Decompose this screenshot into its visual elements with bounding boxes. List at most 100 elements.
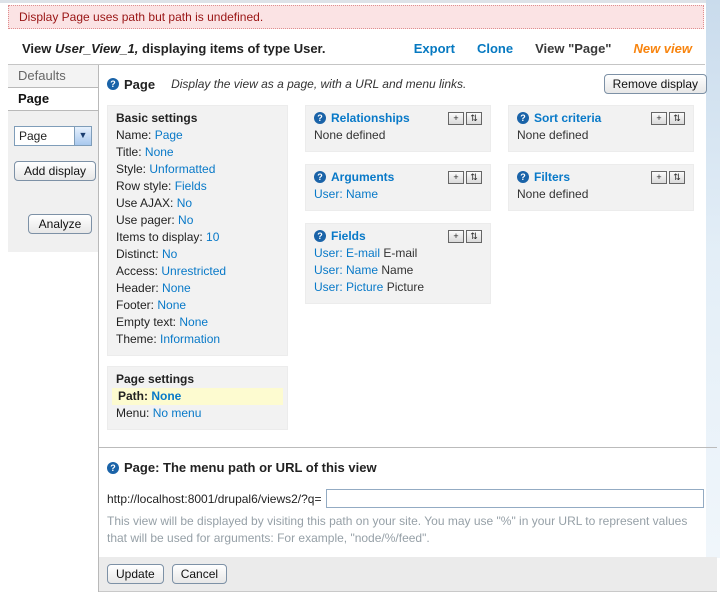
category-fields-title[interactable]: Fields [331, 229, 366, 243]
views-edit-region: Defaults Page Page ▼ Add display Analyze… [8, 64, 717, 592]
setting-path-value[interactable]: None [151, 389, 181, 403]
setting-row-style: Row style: Fields [116, 178, 279, 195]
setting-title-label: Title: [116, 145, 145, 159]
setting-header-value[interactable]: None [162, 281, 191, 295]
category-item-link[interactable]: User: Name [314, 263, 378, 277]
category-sort-criteria-title[interactable]: Sort criteria [534, 111, 601, 125]
setting-title: Title: None [116, 144, 279, 161]
category-item-text: None defined [517, 128, 589, 142]
setting-use-ajax-value[interactable]: No [177, 196, 192, 210]
rearrange-icon-button[interactable]: ⇅ [669, 111, 685, 125]
add-icon-button[interactable]: + [651, 170, 667, 184]
setting-items-to-display: Items to display: 10 [116, 229, 279, 246]
setting-header: Header: None [116, 280, 279, 297]
add-icon-button[interactable]: + [448, 170, 464, 184]
category-item: User: Name [314, 186, 482, 203]
setting-path: Path: None [112, 388, 283, 405]
rearrange-icon-button[interactable]: ⇅ [669, 170, 685, 184]
setting-footer-label: Footer: [116, 298, 158, 312]
rearrange-icon-button[interactable]: ⇅ [466, 229, 482, 243]
setting-title-value[interactable]: None [145, 145, 174, 159]
settings-column-right: ? Sort criteria + ⇅ None defined? Filters + ⇅ No… [508, 105, 694, 223]
basic-settings-title: Basic settings [116, 111, 198, 125]
category-fields-header: ? Fields + ⇅ [314, 229, 482, 243]
setting-theme: Theme: Information [116, 331, 279, 348]
remove-display-button[interactable]: Remove display [603, 74, 707, 94]
display-sidebar: Defaults Page Page ▼ Add display Analyze [8, 65, 98, 592]
cancel-button[interactable]: Cancel [171, 564, 228, 584]
rearrange-icon-button[interactable]: ⇅ [466, 111, 482, 125]
setting-menu-value[interactable]: No menu [153, 406, 202, 420]
setting-distinct-value[interactable]: No [162, 247, 177, 261]
category-arguments-title[interactable]: Arguments [331, 170, 394, 184]
help-icon[interactable]: ? [517, 112, 529, 124]
rearrange-icon-button[interactable]: ⇅ [466, 170, 482, 184]
setting-footer: Footer: None [116, 297, 279, 314]
category-fields: ? Fields + ⇅ User: E-mail E-mail User: Name N… [305, 223, 491, 304]
help-icon[interactable]: ? [107, 461, 119, 474]
page-settings-title: Page settings [116, 372, 195, 386]
category-item-link[interactable]: User: Name [314, 187, 378, 201]
help-icon[interactable]: ? [314, 230, 326, 242]
update-button[interactable]: Update [107, 564, 164, 584]
tab-page[interactable]: Page [8, 88, 98, 111]
add-icon-button[interactable]: + [448, 229, 464, 243]
display-top-bar: ? Page Display the view as a page, with … [99, 74, 717, 94]
display-type-select-value: Page [19, 129, 48, 143]
analyze-button[interactable]: Analyze [28, 214, 92, 234]
tab-defaults[interactable]: Defaults [8, 65, 98, 88]
help-icon[interactable]: ? [107, 78, 119, 90]
setting-items-to-display-value[interactable]: 10 [206, 230, 219, 244]
setting-use-pager: Use pager: No [116, 212, 279, 229]
settings-column-middle: ? Relationships + ⇅ None defined? Arguments + ⇅… [305, 105, 491, 316]
new-view-link[interactable]: New view [633, 41, 692, 56]
category-relationships-header: ? Relationships + ⇅ [314, 111, 482, 125]
display-title: Page [124, 76, 156, 92]
setting-access-value[interactable]: Unrestricted [161, 264, 226, 278]
category-item-link[interactable]: User: Picture [314, 280, 383, 294]
setting-theme-value[interactable]: Information [160, 332, 220, 346]
help-icon[interactable]: ? [314, 112, 326, 124]
setting-access: Access: Unrestricted [116, 263, 279, 280]
setting-empty-text-value[interactable]: None [179, 315, 208, 329]
sidebar-panel: Page ▼ Add display Analyze [8, 111, 98, 252]
help-icon[interactable]: ? [314, 171, 326, 183]
setting-style: Style: Unformatted [116, 161, 279, 178]
settings-column-basic: Basic settings Name: Page Title: None Styl… [107, 105, 288, 430]
category-filters-title[interactable]: Filters [534, 170, 570, 184]
category-arguments-buttons: + ⇅ [448, 170, 482, 184]
export-link[interactable]: Export [414, 41, 455, 56]
category-item-link[interactable]: User: E-mail [314, 246, 380, 260]
setting-row-style-value[interactable]: Fields [175, 179, 207, 193]
help-icon[interactable]: ? [517, 171, 529, 183]
add-icon-button[interactable]: + [651, 111, 667, 125]
path-input-row: http://localhost:8001/drupal6/views2/?q= [107, 489, 707, 508]
category-arguments: ? Arguments + ⇅ User: Name [305, 164, 491, 211]
form-buttons-bar: Update Cancel [99, 557, 717, 592]
config-title-row: ? Page: The menu path or URL of this vie… [107, 460, 707, 475]
basic-settings-box: Basic settings Name: Page Title: None Styl… [107, 105, 288, 356]
category-relationships-title[interactable]: Relationships [331, 111, 410, 125]
category-fields-buttons: + ⇅ [448, 229, 482, 243]
display-description: Display the view as a page, with a URL a… [171, 77, 467, 91]
config-form: ? Page: The menu path or URL of this vie… [99, 447, 717, 592]
category-item: None defined [517, 186, 685, 203]
setting-use-ajax-label: Use AJAX: [116, 196, 177, 210]
setting-row-style-label: Row style: [116, 179, 175, 193]
category-filters: ? Filters + ⇅ None defined [508, 164, 694, 211]
display-details: ? Page Display the view as a page, with … [98, 65, 717, 592]
clone-link[interactable]: Clone [477, 41, 513, 56]
add-icon-button[interactable]: + [448, 111, 464, 125]
path-input[interactable] [326, 489, 705, 508]
setting-footer-value[interactable]: None [157, 298, 186, 312]
category-sort-criteria-header: ? Sort criteria + ⇅ [517, 111, 685, 125]
setting-style-value[interactable]: Unformatted [149, 162, 215, 176]
view-page-link[interactable]: View "Page" [535, 41, 611, 56]
add-display-button[interactable]: Add display [14, 161, 96, 181]
setting-name-value[interactable]: Page [155, 128, 183, 142]
display-type-select[interactable]: Page ▼ [14, 126, 92, 146]
setting-items-to-display-label: Items to display: [116, 230, 207, 244]
view-title-suffix: displaying items of type User. [142, 41, 326, 56]
setting-use-pager-value[interactable]: No [178, 213, 193, 227]
view-title: View User_View_1, displaying items of ty… [22, 41, 326, 56]
